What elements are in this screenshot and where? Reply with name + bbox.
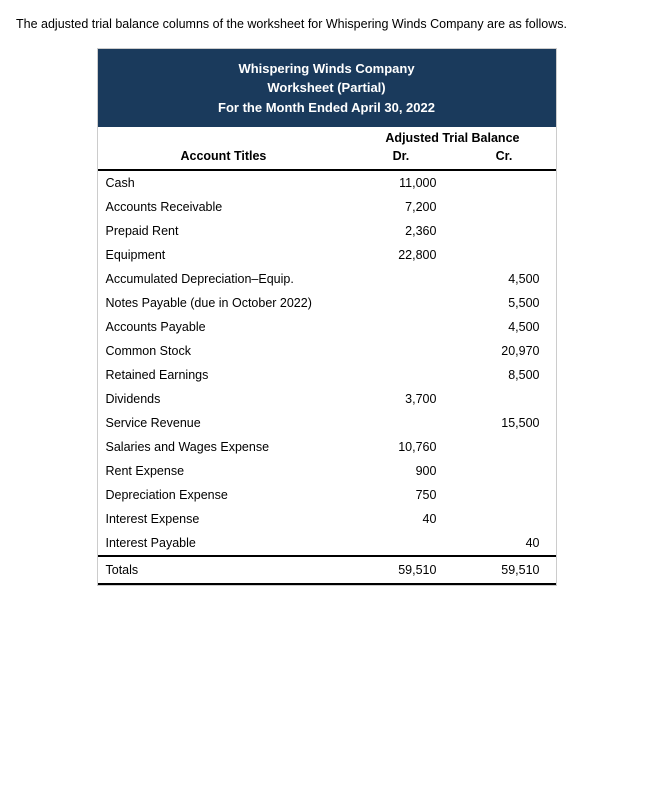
table-row: Prepaid Rent2,360	[98, 219, 556, 243]
table-row: Notes Payable (due in October 2022) 5,500	[98, 291, 556, 315]
account-name-cell: Depreciation Expense	[98, 483, 350, 507]
table-footer: Totals 59,510 59,510	[98, 556, 556, 584]
column-header-row: Account Titles Dr. Cr.	[98, 145, 556, 170]
totals-row: Totals 59,510 59,510	[98, 556, 556, 584]
cr-value-cell: 4,500	[452, 267, 555, 291]
intro-text: The adjusted trial balance columns of th…	[16, 16, 637, 34]
table-header: Whispering Winds Company Worksheet (Part…	[98, 49, 556, 128]
table-row: Accounts Receivable7,200	[98, 195, 556, 219]
dr-value-cell: 3,700	[349, 387, 452, 411]
account-name-cell: Notes Payable (due in October 2022)	[98, 291, 350, 315]
table-row: Equipment22,800	[98, 243, 556, 267]
cr-value-cell	[452, 170, 555, 195]
table-row: Accumulated Depreciation–Equip. 4,500	[98, 267, 556, 291]
trial-balance-table: Adjusted Trial Balance Account Titles Dr…	[98, 127, 556, 585]
dr-value-cell: 7,200	[349, 195, 452, 219]
adjusted-trial-balance-header-row: Adjusted Trial Balance	[98, 127, 556, 145]
period-label: For the Month Ended April 30, 2022	[106, 98, 548, 118]
table-row: Rent Expense900	[98, 459, 556, 483]
account-titles-header: Account Titles	[98, 145, 350, 170]
account-name-cell: Accounts Receivable	[98, 195, 350, 219]
cr-value-cell	[452, 387, 555, 411]
dr-value-cell	[349, 411, 452, 435]
cr-value-cell: 20,970	[452, 339, 555, 363]
account-name-cell: Rent Expense	[98, 459, 350, 483]
account-name-cell: Retained Earnings	[98, 363, 350, 387]
worksheet-label: Worksheet (Partial)	[106, 78, 548, 98]
account-name-cell: Common Stock	[98, 339, 350, 363]
cr-header: Cr.	[452, 145, 555, 170]
company-name: Whispering Winds Company	[106, 59, 548, 79]
dr-value-cell: 2,360	[349, 219, 452, 243]
table-row: Dividends3,700	[98, 387, 556, 411]
dr-value-cell: 750	[349, 483, 452, 507]
dr-value-cell	[349, 363, 452, 387]
dr-value-cell: 11,000	[349, 170, 452, 195]
table-row: Service Revenue 15,500	[98, 411, 556, 435]
cr-value-cell: 8,500	[452, 363, 555, 387]
cr-value-cell	[452, 195, 555, 219]
cr-value-cell: 40	[452, 531, 555, 556]
worksheet-table-wrapper: Whispering Winds Company Worksheet (Part…	[97, 48, 557, 587]
table-row: Cash11,000	[98, 170, 556, 195]
account-name-cell: Interest Payable	[98, 531, 350, 556]
dr-value-cell	[349, 531, 452, 556]
cr-value-cell: 15,500	[452, 411, 555, 435]
totals-label: Totals	[98, 556, 350, 584]
account-name-cell: Salaries and Wages Expense	[98, 435, 350, 459]
dr-header: Dr.	[349, 145, 452, 170]
account-name-cell: Accumulated Depreciation–Equip.	[98, 267, 350, 291]
cr-value-cell	[452, 459, 555, 483]
cr-value-cell	[452, 219, 555, 243]
account-name-cell: Prepaid Rent	[98, 219, 350, 243]
totals-cr: 59,510	[452, 556, 555, 584]
table-row: Common Stock 20,970	[98, 339, 556, 363]
table-row: Interest Payable 40	[98, 531, 556, 556]
cr-value-cell: 5,500	[452, 291, 555, 315]
dr-value-cell: 22,800	[349, 243, 452, 267]
empty-header	[98, 127, 350, 145]
table-row: Salaries and Wages Expense10,760	[98, 435, 556, 459]
dr-value-cell: 900	[349, 459, 452, 483]
dr-value-cell	[349, 291, 452, 315]
cr-value-cell	[452, 483, 555, 507]
account-name-cell: Interest Expense	[98, 507, 350, 531]
account-name-cell: Equipment	[98, 243, 350, 267]
dr-value-cell: 40	[349, 507, 452, 531]
table-row: Interest Expense40	[98, 507, 556, 531]
dr-value-cell	[349, 339, 452, 363]
cr-value-cell	[452, 435, 555, 459]
table-row: Depreciation Expense750	[98, 483, 556, 507]
adjusted-trial-balance-label: Adjusted Trial Balance	[349, 127, 555, 145]
account-name-cell: Accounts Payable	[98, 315, 350, 339]
table-row: Accounts Payable 4,500	[98, 315, 556, 339]
account-name-cell: Cash	[98, 170, 350, 195]
account-name-cell: Service Revenue	[98, 411, 350, 435]
totals-dr: 59,510	[349, 556, 452, 584]
cr-value-cell: 4,500	[452, 315, 555, 339]
cr-value-cell	[452, 507, 555, 531]
dr-value-cell	[349, 267, 452, 291]
account-name-cell: Dividends	[98, 387, 350, 411]
dr-value-cell: 10,760	[349, 435, 452, 459]
cr-value-cell	[452, 243, 555, 267]
dr-value-cell	[349, 315, 452, 339]
table-row: Retained Earnings 8,500	[98, 363, 556, 387]
table-body: Cash11,000Accounts Receivable7,200Prepai…	[98, 170, 556, 556]
